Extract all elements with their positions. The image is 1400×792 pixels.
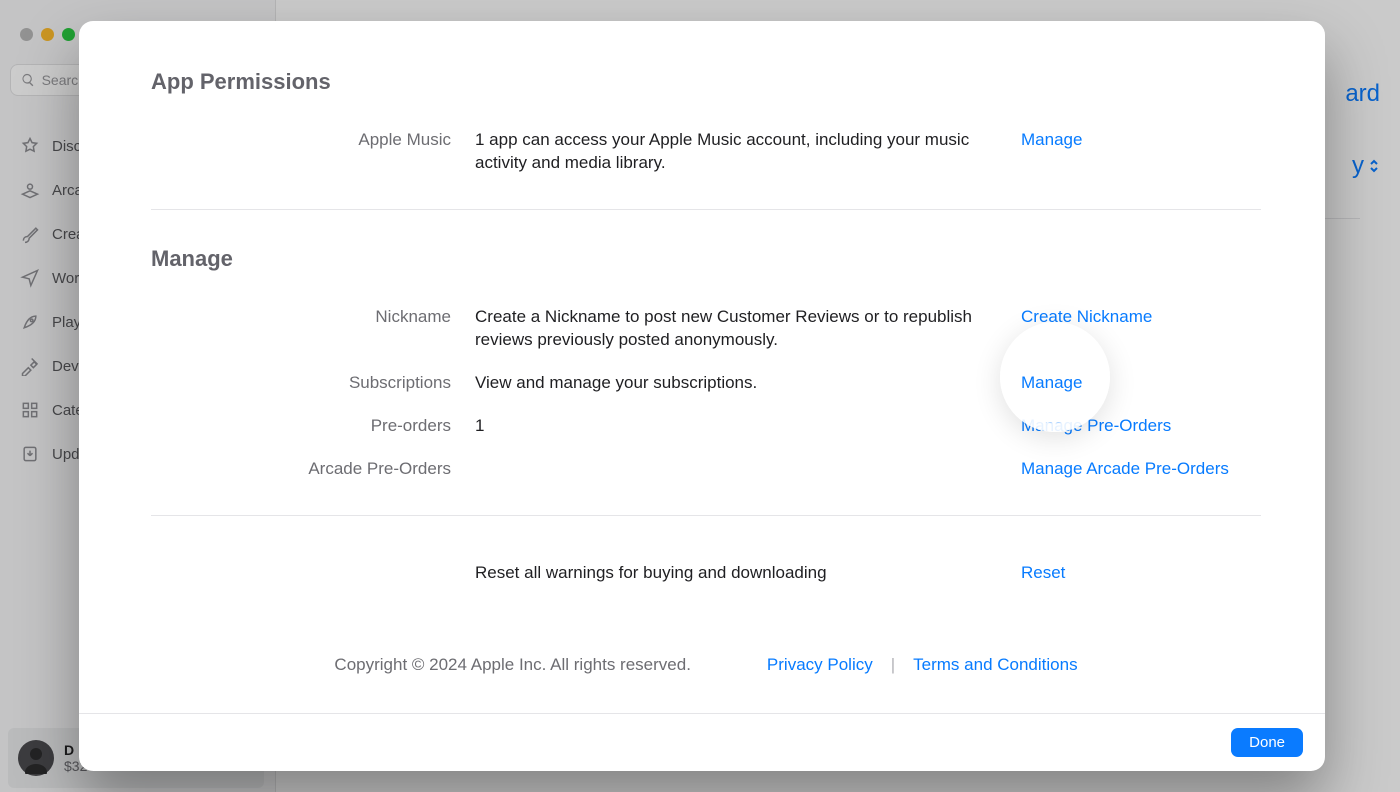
row-reset-warnings: Reset all warnings for buying and downlo… [151, 552, 1261, 595]
row-description: 1 [475, 415, 997, 438]
row-preorders: Pre-orders 1 Manage Pre-Orders [151, 405, 1261, 448]
section-divider [151, 515, 1261, 516]
modal-legal-footer: Copyright © 2024 Apple Inc. All rights r… [151, 655, 1261, 705]
section-title-manage: Manage [151, 246, 1261, 272]
manage-arcade-preorders-link[interactable]: Manage Arcade Pre-Orders [1021, 459, 1229, 478]
account-settings-modal: App Permissions Apple Music 1 app can ac… [79, 21, 1325, 771]
modal-button-bar: Done [79, 713, 1325, 771]
reset-warnings-link[interactable]: Reset [1021, 563, 1065, 582]
row-description: View and manage your subscriptions. [475, 372, 997, 395]
section-divider [151, 209, 1261, 210]
terms-link[interactable]: Terms and Conditions [913, 655, 1077, 675]
manage-apple-music-link[interactable]: Manage [1021, 130, 1082, 149]
row-description: Create a Nickname to post new Customer R… [475, 306, 997, 352]
manage-preorders-link[interactable]: Manage Pre-Orders [1021, 416, 1171, 435]
row-subscriptions: Subscriptions View and manage your subsc… [151, 362, 1261, 405]
row-label: Subscriptions [151, 372, 451, 395]
separator: | [891, 655, 895, 675]
row-description [475, 458, 997, 481]
done-button[interactable]: Done [1231, 728, 1303, 757]
privacy-policy-link[interactable]: Privacy Policy [767, 655, 873, 675]
row-label: Apple Music [151, 129, 451, 175]
row-arcade-preorders: Arcade Pre-Orders Manage Arcade Pre-Orde… [151, 448, 1261, 491]
row-label: Nickname [151, 306, 451, 352]
row-apple-music: Apple Music 1 app can access your Apple … [151, 119, 1261, 185]
row-label: Pre-orders [151, 415, 451, 438]
row-label [151, 562, 451, 585]
section-title-app-permissions: App Permissions [151, 69, 1261, 95]
row-label: Arcade Pre-Orders [151, 458, 451, 481]
row-description: Reset all warnings for buying and downlo… [475, 562, 997, 585]
create-nickname-link[interactable]: Create Nickname [1021, 307, 1152, 326]
copyright-text: Copyright © 2024 Apple Inc. All rights r… [334, 655, 691, 675]
manage-subscriptions-link[interactable]: Manage [1021, 373, 1082, 392]
row-nickname: Nickname Create a Nickname to post new C… [151, 296, 1261, 362]
row-description: 1 app can access your Apple Music accoun… [475, 129, 997, 175]
